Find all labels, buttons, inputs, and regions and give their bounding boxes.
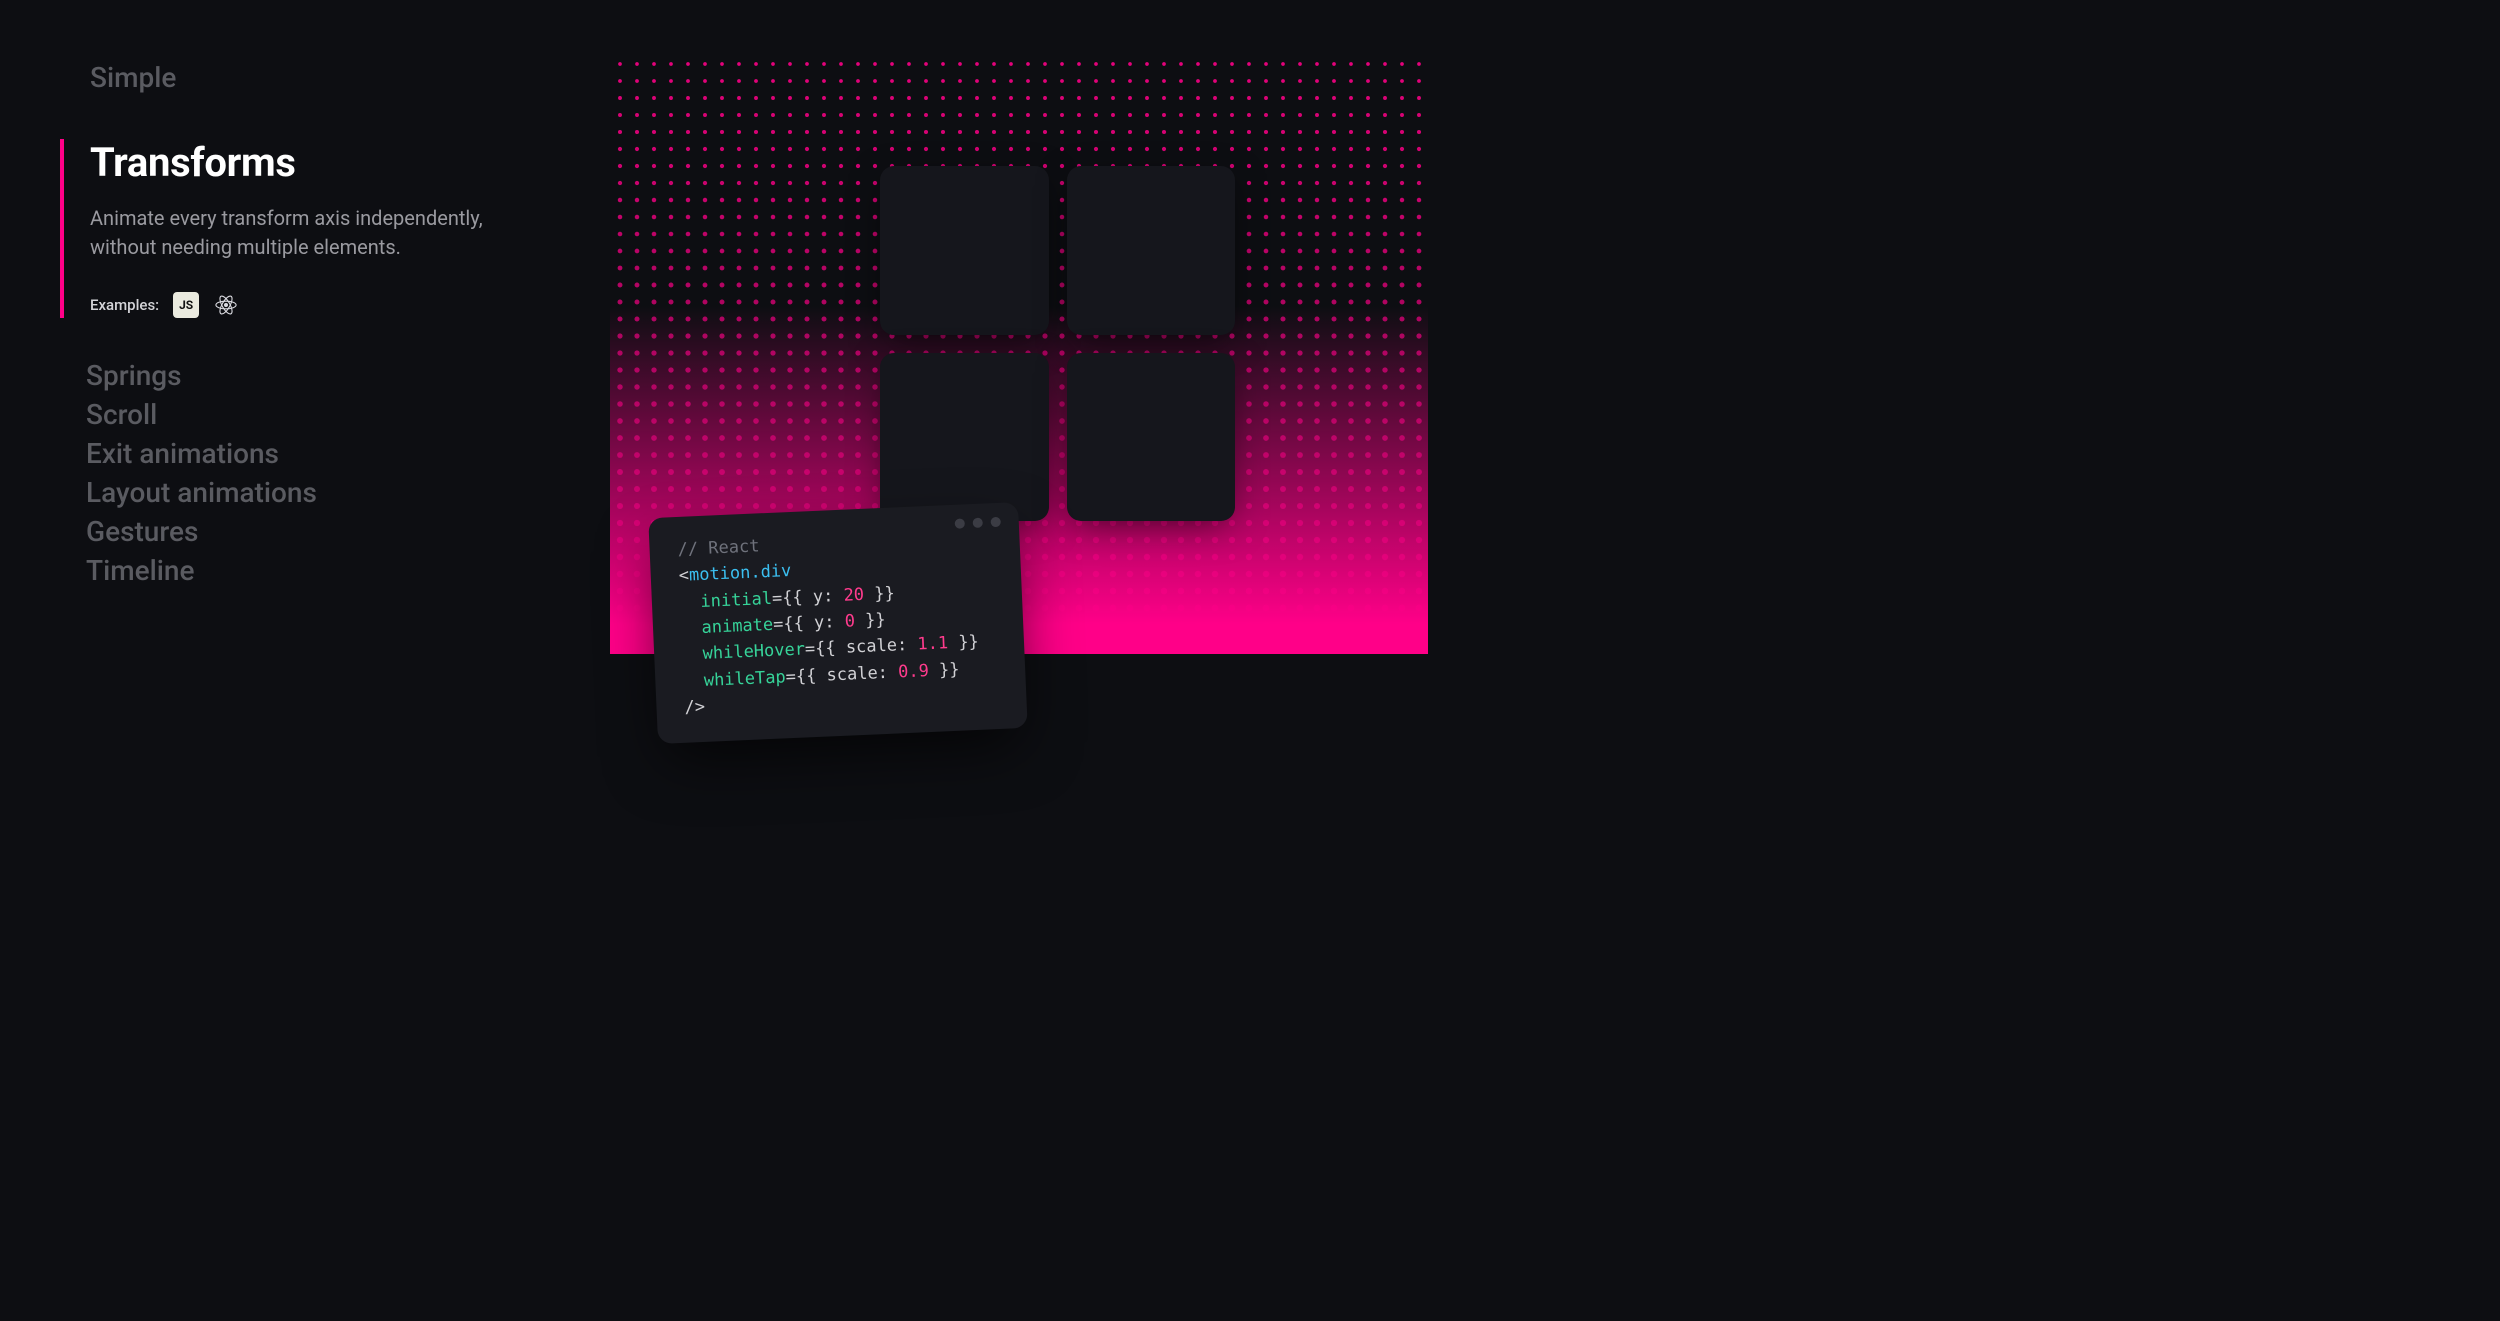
active-indicator (60, 199, 64, 318)
react-icon[interactable] (213, 292, 239, 318)
nav-item-scroll[interactable]: Scroll (86, 397, 520, 432)
code-body: // React<motion.div initial={{ y: 20 }} … (677, 523, 1003, 721)
demo-square (880, 353, 1049, 522)
javascript-icon[interactable]: JS (173, 292, 199, 318)
nav-item-timeline[interactable]: Timeline (86, 553, 520, 588)
nav-item-gestures[interactable]: Gestures (86, 514, 520, 549)
examples-row: Examples: JS (90, 292, 520, 318)
nav-item-exit-animations[interactable]: Exit animations (86, 436, 520, 471)
nav-active-description: Animate every transform axis independent… (90, 204, 520, 262)
nav-item-layout-animations[interactable]: Layout animations (86, 475, 520, 510)
code-window: // React<motion.div initial={{ y: 20 }} … (648, 502, 1028, 744)
traffic-light-icon (973, 518, 983, 528)
examples-label: Examples: (90, 296, 159, 314)
traffic-light-icon (991, 517, 1001, 527)
nav-active-title: Transforms (90, 139, 520, 186)
demo-square (1067, 353, 1236, 522)
window-traffic-lights (955, 517, 1001, 529)
nav-item-simple[interactable]: Simple (60, 60, 520, 95)
demo-square (880, 166, 1049, 335)
nav-active-block: Transforms Animate every transform axis … (60, 139, 520, 318)
feature-nav: Simple Transforms Animate every transfor… (60, 60, 520, 588)
demo-squares (880, 166, 1235, 521)
traffic-light-icon (955, 518, 965, 528)
nav-item-springs[interactable]: Springs (86, 358, 520, 393)
demo-square (1067, 166, 1236, 335)
stage: Simple Transforms Animate every transfor… (0, 0, 1560, 800)
nav-upcoming-list: Springs Scroll Exit animations Layout anima… (60, 358, 520, 588)
